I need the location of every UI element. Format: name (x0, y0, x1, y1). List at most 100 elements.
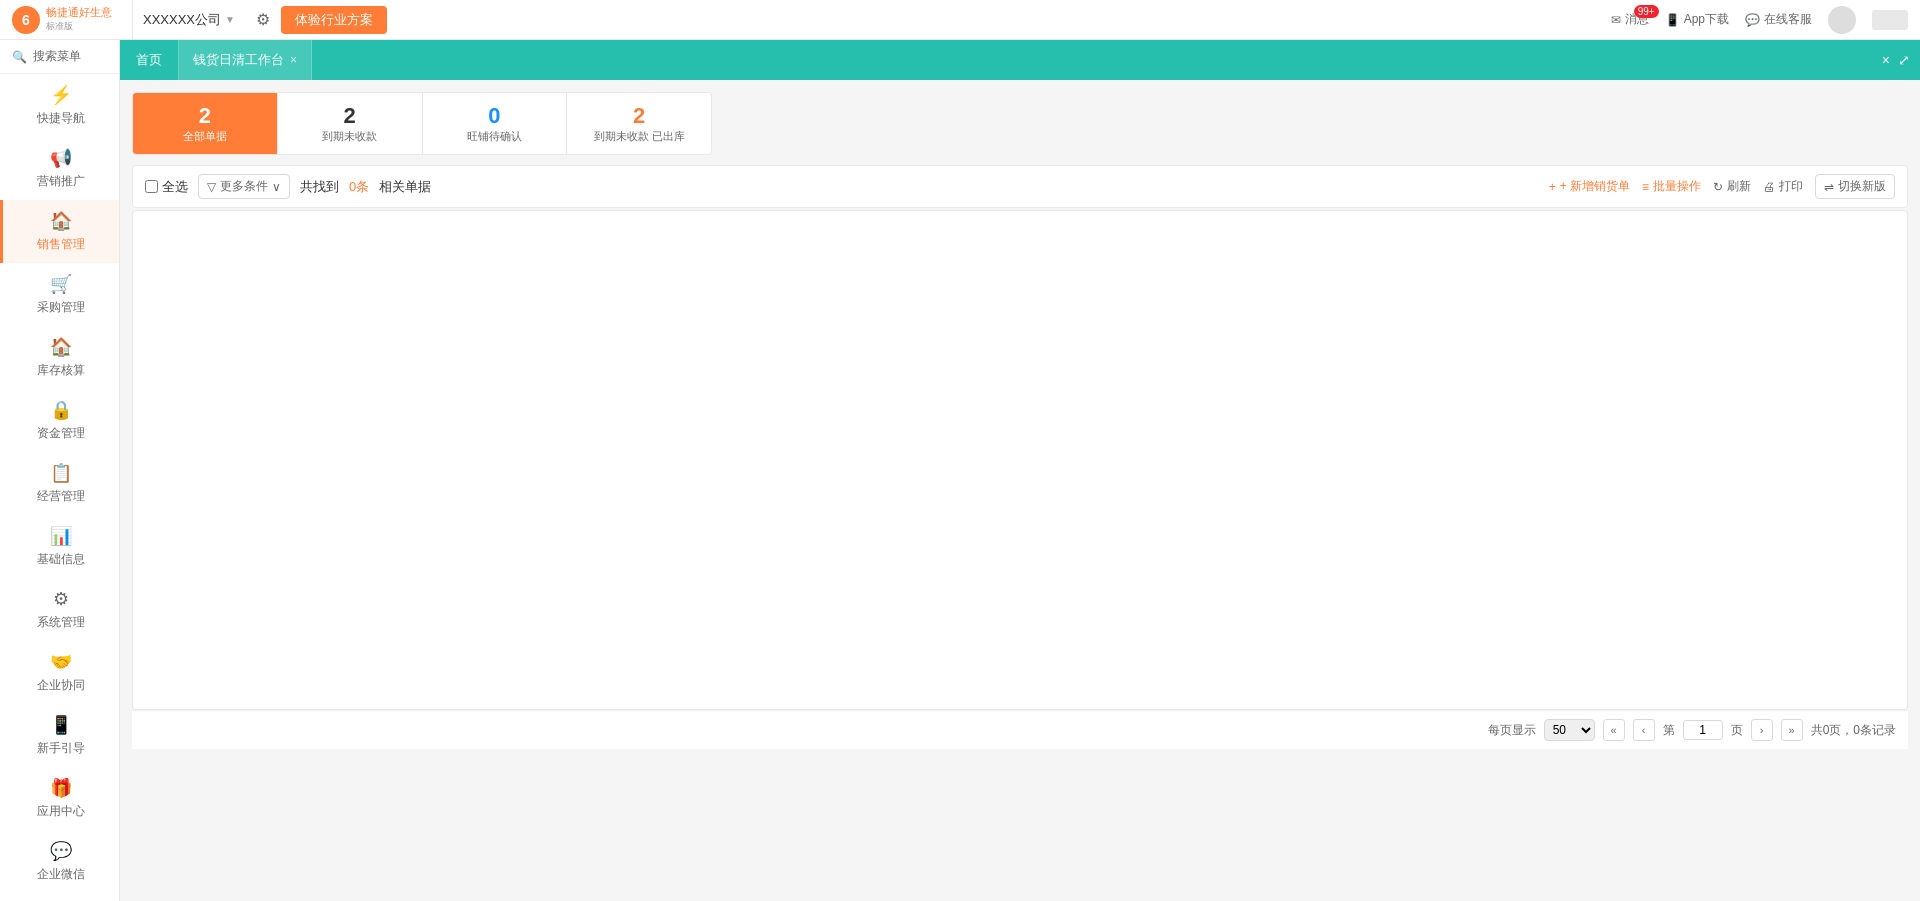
avatar[interactable] (1828, 6, 1856, 34)
tab-home[interactable]: 首页 (120, 40, 179, 80)
sidebar-item-inventory[interactable]: 🏠 库存核算 (0, 326, 119, 389)
stat-num-all: 2 (199, 103, 211, 129)
page-size-label: 每页显示 (1488, 722, 1536, 739)
stat-tab-overdue-shipped[interactable]: 2 到期未收款 已出库 (567, 93, 711, 154)
batch-operation-button[interactable]: ≡ 批量操作 (1642, 178, 1701, 195)
sidebar-item-enterprise[interactable]: 🤝 企业协同 (0, 641, 119, 704)
page-label: 第 (1663, 722, 1675, 739)
tab-close-icon[interactable]: × (290, 53, 297, 67)
settings-icon[interactable]: ⚙ (245, 2, 281, 38)
sales-icon: 🏠 (50, 210, 72, 232)
tab-controls: × ⤢ (1872, 52, 1920, 68)
sidebar-item-quick-nav[interactable]: ⚡ 快捷导航 (0, 74, 119, 137)
tab-current[interactable]: 钱货日清工作台 × (179, 40, 312, 80)
stat-label-pending: 旺铺待确认 (467, 129, 522, 144)
sidebar-item-label: 系统管理 (37, 614, 85, 631)
stat-num-overdue: 2 (344, 103, 356, 129)
refresh-button[interactable]: ↻ 刷新 (1713, 178, 1751, 195)
filter-button[interactable]: ▽ 更多条件 ∨ (198, 174, 290, 199)
add-sales-order-button[interactable]: + + 新增销货单 (1549, 178, 1630, 195)
stat-tab-overdue[interactable]: 2 到期未收款 (278, 93, 423, 154)
sidebar-item-marketing[interactable]: 📢 营销推广 (0, 137, 119, 200)
page-number-input[interactable] (1683, 720, 1723, 740)
app-icon: 📱 (1665, 13, 1680, 27)
service-label: 在线客服 (1764, 11, 1812, 28)
tab-maximize-icon[interactable]: ⤢ (1898, 52, 1910, 68)
sidebar-item-purchase[interactable]: 🛒 采购管理 (0, 263, 119, 326)
select-all-checkbox[interactable]: 全选 (145, 178, 188, 196)
prev-page-button[interactable]: ‹ (1633, 719, 1655, 741)
sidebar-item-app-center[interactable]: 🎁 应用中心 (0, 767, 119, 830)
stat-num-pending: 0 (488, 103, 500, 129)
sidebar-item-label: 经营管理 (37, 488, 85, 505)
top-header: 6 畅捷通好生意 标准版 XXXXXX公司 ▼ ⚙ 体验行业方案 ✉ 消息 99… (0, 0, 1920, 40)
page-suffix: 页 (1731, 722, 1743, 739)
inventory-icon: 🏠 (50, 336, 72, 358)
basic-info-icon: 📊 (50, 525, 72, 547)
refresh-icon: ↻ (1713, 180, 1723, 194)
header-right: ✉ 消息 99+ 📱 App下载 💬 在线客服 (1611, 6, 1908, 34)
sidebar-item-finance[interactable]: 🔒 资金管理 (0, 389, 119, 452)
sidebar-item-label: 销售管理 (37, 236, 85, 253)
app-center-icon: 🎁 (50, 777, 72, 799)
sidebar-item-label: 资金管理 (37, 425, 85, 442)
select-all-input[interactable] (145, 180, 158, 193)
toolbar-right: + + 新增销货单 ≡ 批量操作 ↻ 刷新 🖨 打印 ⇌ 切换新版 (1549, 174, 1895, 199)
table-area (132, 210, 1908, 710)
pagination: 每页显示 50 20 100 « ‹ 第 页 › » 共0页，0条记录 (132, 710, 1908, 749)
sidebar-item-wechat[interactable]: 💬 企业微信 (0, 830, 119, 893)
search-icon: 🔍 (12, 50, 27, 64)
batch-icon: ≡ (1642, 180, 1649, 194)
purchase-icon: 🛒 (50, 273, 72, 295)
stat-tabs: 2 全部单据 2 到期未收款 0 旺铺待确认 2 到期未收款 已出库 (132, 92, 712, 155)
app-download-button[interactable]: 📱 App下载 (1665, 11, 1729, 28)
filter-count-highlight: 0条 (349, 178, 369, 196)
sidebar-item-label: 应用中心 (37, 803, 85, 820)
system-icon: ⚙ (53, 588, 69, 610)
sidebar-item-label: 新手引导 (37, 740, 85, 757)
logo-text: 畅捷通好生意 (46, 6, 112, 19)
sidebar-item-basic-info[interactable]: 📊 基础信息 (0, 515, 119, 578)
last-page-button[interactable]: » (1781, 719, 1803, 741)
company-selector[interactable]: XXXXXX公司 ▼ (132, 0, 245, 40)
logo-icon: 6 (12, 6, 40, 34)
logo-sub: 标准版 (46, 20, 112, 33)
tab-minimize-icon[interactable]: × (1882, 52, 1890, 68)
sidebar-item-label: 营销推广 (37, 173, 85, 190)
page-size-select[interactable]: 50 20 100 (1544, 719, 1595, 741)
search-menu-item[interactable]: 🔍 搜索菜单 (0, 40, 119, 74)
filter-icon: ▽ (207, 180, 216, 194)
trial-button[interactable]: 体验行业方案 (281, 6, 387, 34)
print-button[interactable]: 🖨 打印 (1763, 178, 1803, 195)
message-icon: ✉ (1611, 13, 1621, 27)
sidebar-item-newbie[interactable]: 📱 新手引导 (0, 704, 119, 767)
stat-tab-all[interactable]: 2 全部单据 (133, 93, 278, 154)
company-name: XXXXXX公司 (143, 11, 221, 29)
add-label: + 新增销货单 (1560, 178, 1630, 195)
sidebar-item-label: 库存核算 (37, 362, 85, 379)
chevron-icon: ∨ (272, 180, 281, 194)
marketing-icon: 📢 (50, 147, 72, 169)
next-page-button[interactable]: › (1751, 719, 1773, 741)
stat-tab-pending[interactable]: 0 旺铺待确认 (423, 93, 568, 154)
tab-bar: 首页 钱货日清工作台 × × ⤢ (120, 40, 1920, 80)
logo-area: 6 畅捷通好生意 标准版 (12, 6, 132, 34)
newbie-icon: 📱 (50, 714, 72, 736)
online-service-button[interactable]: 💬 在线客服 (1745, 11, 1812, 28)
sidebar-item-operation[interactable]: 📋 经营管理 (0, 452, 119, 515)
service-icon: 💬 (1745, 13, 1760, 27)
switch-version-button[interactable]: ⇌ 切换新版 (1815, 174, 1895, 199)
sidebar-item-system[interactable]: ⚙ 系统管理 (0, 578, 119, 641)
enterprise-icon: 🤝 (50, 651, 72, 673)
first-page-button[interactable]: « (1603, 719, 1625, 741)
sidebar-item-label: 基础信息 (37, 551, 85, 568)
sidebar-item-member[interactable]: V 畅会员 (0, 893, 119, 901)
wechat-icon: 💬 (50, 840, 72, 862)
message-button[interactable]: ✉ 消息 99+ (1611, 11, 1649, 28)
stat-label-overdue: 到期未收款 (322, 129, 377, 144)
avatar-placeholder (1872, 10, 1908, 30)
batch-label: 批量操作 (1653, 178, 1701, 195)
sidebar-item-label: 企业微信 (37, 866, 85, 883)
sidebar-item-sales[interactable]: 🏠 销售管理 (0, 200, 119, 263)
finance-icon: 🔒 (50, 399, 72, 421)
